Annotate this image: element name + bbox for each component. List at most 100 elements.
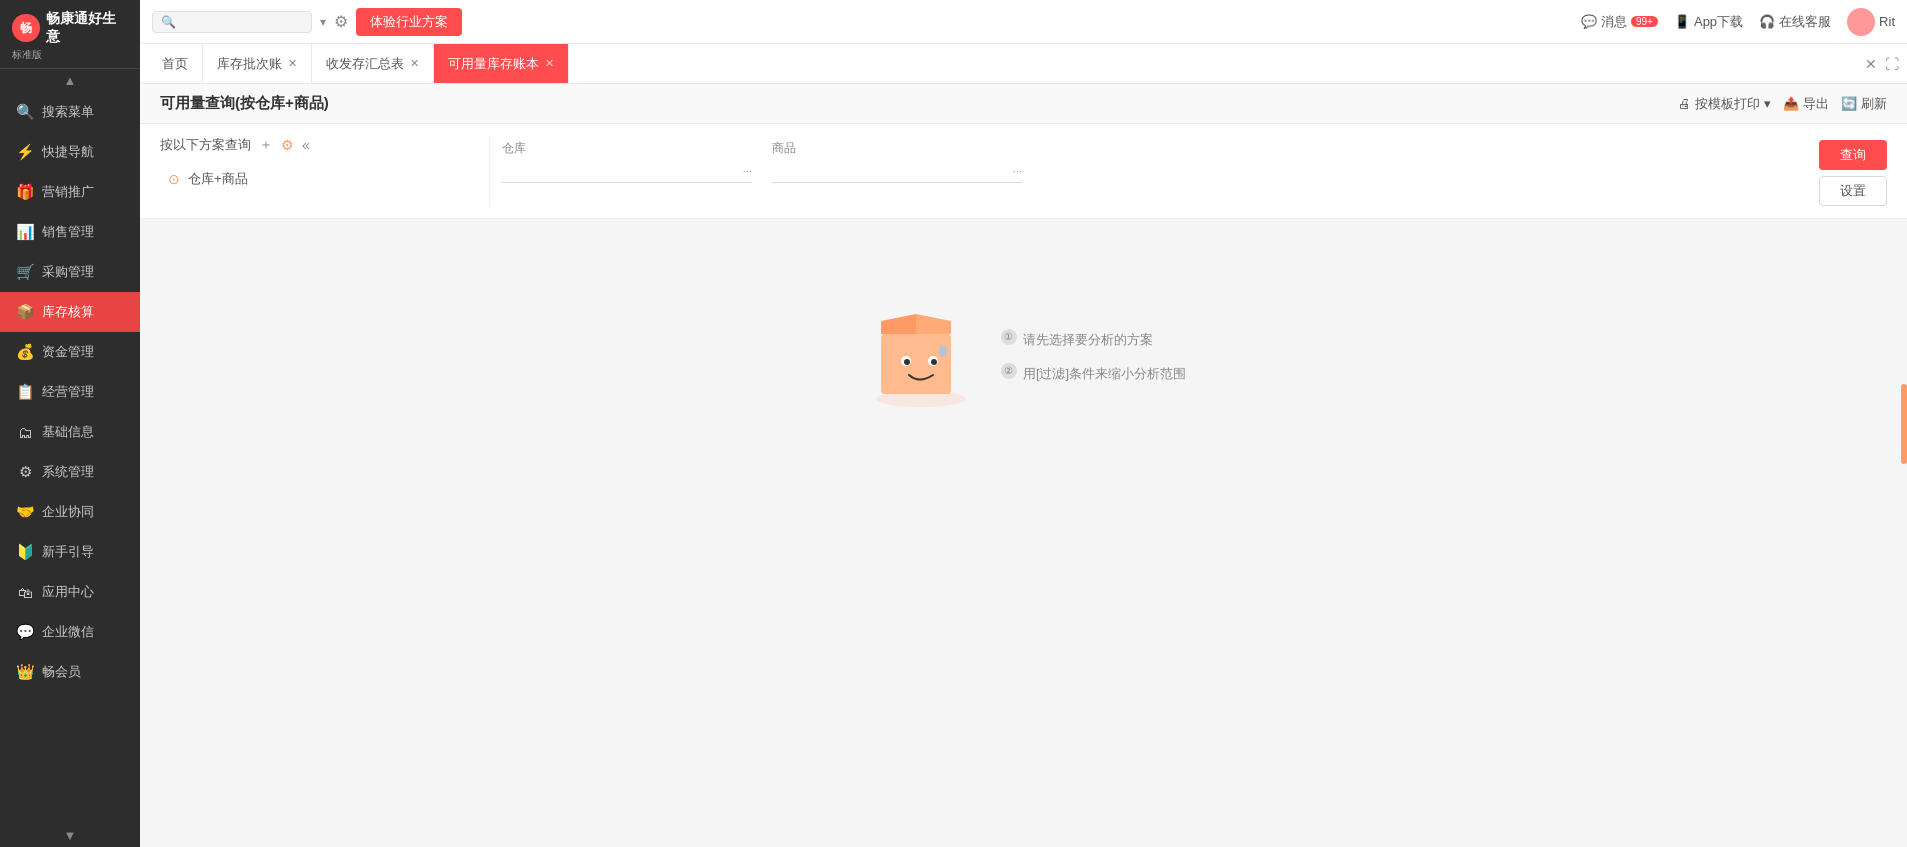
scroll-down-btn[interactable]: ▼ xyxy=(0,824,140,847)
filter-action-buttons: 查询 设置 xyxy=(1819,140,1887,206)
sidebar-item-wechat[interactable]: 💬 企业微信 xyxy=(0,612,140,652)
tabs-bar: 首页 库存批次账 ✕ 收发存汇总表 ✕ 可用量库存账本 ✕ ✕ ⛶ xyxy=(140,44,1907,84)
tab-batch[interactable]: 库存批次账 ✕ xyxy=(203,44,312,83)
shortcut-icon: ⚡ xyxy=(16,143,34,161)
print-dropdown-icon[interactable]: ▾ xyxy=(1764,96,1771,111)
export-btn[interactable]: 📤 导出 xyxy=(1783,95,1829,113)
goods-filter-field: 商品 ··· xyxy=(772,140,1022,183)
logo-icon: 畅 xyxy=(12,14,40,42)
message-label: 消息 xyxy=(1601,13,1627,31)
tab-batch-close[interactable]: ✕ xyxy=(288,57,297,70)
empty-text-area: ① 请先选择要分析的方案 ② 用[过滤]条件来缩小分析范围 xyxy=(1001,327,1186,387)
sidebar-item-label: 销售管理 xyxy=(42,223,94,241)
scroll-up-btn[interactable]: ▲ xyxy=(0,69,140,92)
goods-input-wrap: ··· xyxy=(772,163,1022,183)
sidebar-item-basic[interactable]: 🗂 基础信息 xyxy=(0,412,140,452)
refresh-btn[interactable]: 🔄 刷新 xyxy=(1841,95,1887,113)
sidebar-item-label: 采购管理 xyxy=(42,263,94,281)
topbar: 🔍 ▾ ⚙ 体验行业方案 💬 消息 99+ 📱 App下载 🎧 在线客服 Rit xyxy=(140,0,1907,44)
warehouse-input-wrap: ··· xyxy=(502,163,752,183)
warehouse-filter-field: 仓库 ··· xyxy=(502,140,752,183)
sidebar-item-inventory[interactable]: 📦 库存核算 xyxy=(0,292,140,332)
guide-icon: 🔰 xyxy=(16,543,34,561)
add-scheme-btn[interactable]: ＋ xyxy=(259,136,273,154)
search-nav-icon: 🔍 xyxy=(16,103,34,121)
tab-available[interactable]: 可用量库存账本 ✕ xyxy=(434,44,569,83)
sidebar-nav: 🔍 搜索菜单 ⚡ 快捷导航 🎁 营销推广 📊 销售管理 🛒 采购管理 📦 库存核… xyxy=(0,92,140,824)
tabs-right-actions: ✕ ⛶ xyxy=(1865,56,1899,72)
refresh-icon: 🔄 xyxy=(1841,96,1857,111)
sidebar-item-sales[interactable]: 📊 销售管理 xyxy=(0,212,140,252)
finance-icon: 💰 xyxy=(16,343,34,361)
app-download-btn[interactable]: 📱 App下载 xyxy=(1674,13,1743,31)
trial-industry-btn[interactable]: 体验行业方案 xyxy=(356,8,462,36)
sidebar-item-purchase[interactable]: 🛒 采购管理 xyxy=(0,252,140,292)
tip-text-2: 用[过滤]条件来缩小分析范围 xyxy=(1023,361,1186,387)
warehouse-more-icon[interactable]: ··· xyxy=(743,165,752,177)
page-actions: 🖨 按模板打印 ▾ 📤 导出 🔄 刷新 xyxy=(1678,95,1887,113)
sidebar-item-vip[interactable]: 👑 畅会员 xyxy=(0,652,140,692)
topbar-search-input[interactable] xyxy=(180,15,300,29)
goods-input[interactable] xyxy=(772,163,1013,178)
scheme-item-label: 仓库+商品 xyxy=(188,170,248,188)
goods-label: 商品 xyxy=(772,140,1022,157)
warehouse-input[interactable] xyxy=(502,163,743,178)
scheme-item-warehouse[interactable]: ⊙ 仓库+商品 xyxy=(160,164,477,194)
sidebar-item-system[interactable]: ⚙ 系统管理 xyxy=(0,452,140,492)
avatar xyxy=(1847,8,1875,36)
settings-button[interactable]: 设置 xyxy=(1819,176,1887,206)
topbar-settings-icon[interactable]: ⚙ xyxy=(334,12,348,31)
svg-marker-2 xyxy=(881,314,916,334)
edition-label: 标准版 xyxy=(12,48,128,62)
sidebar-item-marketing[interactable]: 🎁 营销推广 xyxy=(0,172,140,212)
wechat-icon: 💬 xyxy=(16,623,34,641)
sidebar-item-finance[interactable]: 💰 资金管理 xyxy=(0,332,140,372)
tab-maximize-icon[interactable]: ⛶ xyxy=(1885,56,1899,72)
sidebar-item-search[interactable]: 🔍 搜索菜单 xyxy=(0,92,140,132)
empty-tip-2: ② 用[过滤]条件来缩小分析范围 xyxy=(1001,361,1186,387)
sidebar-item-label: 新手引导 xyxy=(42,543,94,561)
sidebar-header: 畅 畅康通好生意 标准版 xyxy=(0,0,140,69)
scheme-item-icon: ⊙ xyxy=(168,171,180,187)
sidebar-item-shortcut[interactable]: ⚡ 快捷导航 xyxy=(0,132,140,172)
sidebar-item-label: 资金管理 xyxy=(42,343,94,361)
sidebar-item-appstore[interactable]: 🛍 应用中心 xyxy=(0,572,140,612)
tip-num-2: ② xyxy=(1001,363,1017,379)
tab-close-all-icon[interactable]: ✕ xyxy=(1865,56,1877,72)
svg-marker-3 xyxy=(916,314,951,334)
warehouse-label: 仓库 xyxy=(502,140,752,157)
empty-tip-1: ① 请先选择要分析的方案 xyxy=(1001,327,1186,353)
vip-icon: 👑 xyxy=(16,663,34,681)
sidebar-item-label: 经营管理 xyxy=(42,383,94,401)
sidebar-item-label: 企业微信 xyxy=(42,623,94,641)
goods-more-icon[interactable]: ··· xyxy=(1013,165,1022,177)
tip-text-1: 请先选择要分析的方案 xyxy=(1023,327,1153,353)
sidebar-item-label: 快捷导航 xyxy=(42,143,94,161)
collapse-scheme-btn[interactable]: « xyxy=(302,137,310,153)
topbar-dropdown-icon[interactable]: ▾ xyxy=(320,15,326,29)
sidebar-item-cooperation[interactable]: 🤝 企业协同 xyxy=(0,492,140,532)
sidebar-item-guide[interactable]: 🔰 新手引导 xyxy=(0,532,140,572)
service-btn[interactable]: 🎧 在线客服 xyxy=(1759,13,1831,31)
headset-icon: 🎧 xyxy=(1759,14,1775,29)
message-icon: 💬 xyxy=(1581,14,1597,29)
message-btn[interactable]: 💬 消息 99+ xyxy=(1581,13,1658,31)
sales-icon: 📊 xyxy=(16,223,34,241)
tab-available-close[interactable]: ✕ xyxy=(545,57,554,70)
edit-scheme-btn[interactable]: ⚙ xyxy=(281,137,294,153)
topbar-search-icon: 🔍 xyxy=(161,15,176,29)
appstore-icon: 🛍 xyxy=(16,584,34,601)
page-title: 可用量查询(按仓库+商品) xyxy=(160,94,329,113)
empty-svg xyxy=(861,299,981,409)
tab-summary[interactable]: 收发存汇总表 ✕ xyxy=(312,44,434,83)
tab-home-label: 首页 xyxy=(162,55,188,73)
print-btn[interactable]: 🖨 按模板打印 ▾ xyxy=(1678,95,1771,113)
tab-home[interactable]: 首页 xyxy=(148,44,203,83)
user-btn[interactable]: Rit xyxy=(1847,8,1895,36)
sidebar-item-operations[interactable]: 📋 经营管理 xyxy=(0,372,140,412)
tab-summary-close[interactable]: ✕ xyxy=(410,57,419,70)
cooperation-icon: 🤝 xyxy=(16,503,34,521)
page-header: 可用量查询(按仓库+商品) 🖨 按模板打印 ▾ 📤 导出 🔄 刷新 xyxy=(140,84,1907,124)
sidebar-item-label: 应用中心 xyxy=(42,583,94,601)
query-button[interactable]: 查询 xyxy=(1819,140,1887,170)
